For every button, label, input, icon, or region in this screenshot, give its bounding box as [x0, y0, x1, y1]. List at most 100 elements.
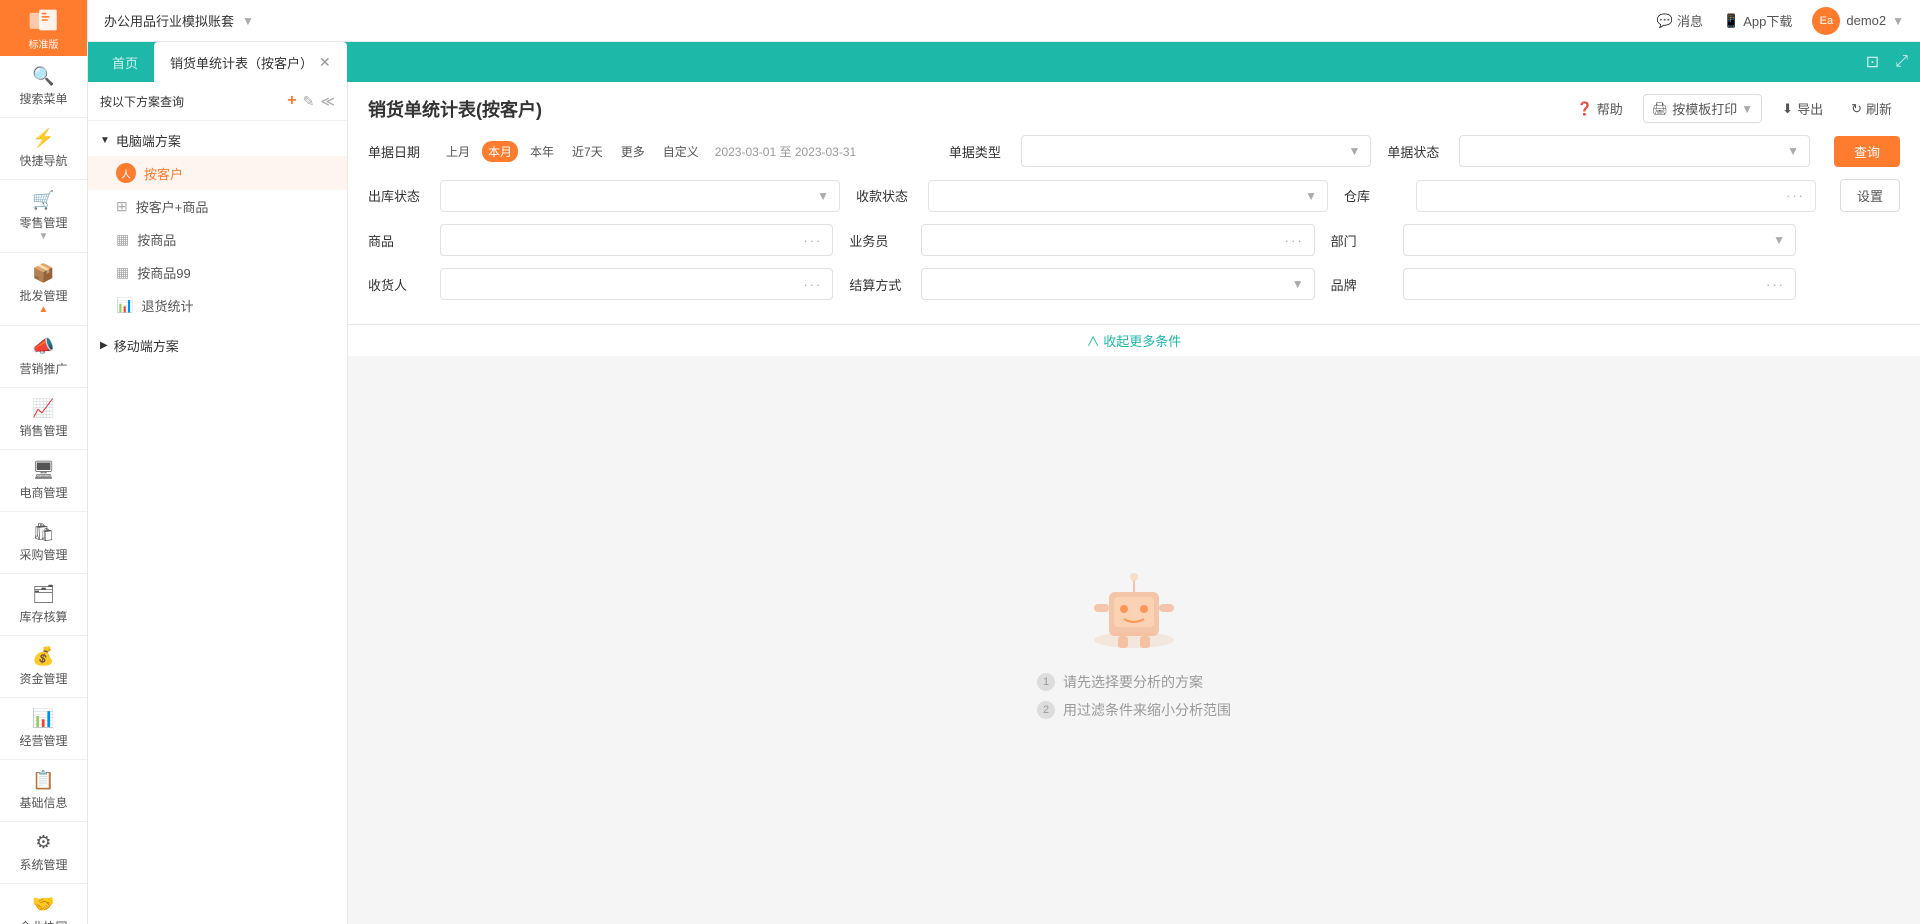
consignee-input[interactable]: ···: [440, 268, 833, 300]
sidebar-item-label: 经营管理: [19, 732, 67, 749]
tab-sales-stat[interactable]: 销货单统计表（按客户） ✕: [154, 42, 347, 82]
mobile-group-label: 移动端方案: [114, 336, 179, 355]
sidebar-item-sales[interactable]: 📈 销售管理: [0, 388, 87, 450]
sidebar-item-collab[interactable]: 🤝 企业协同: [0, 884, 87, 924]
sidebar-item-inventory[interactable]: 🗂 库存核算: [0, 574, 87, 636]
user-name: demo2: [1846, 13, 1886, 28]
collapse-up-icon: ∧: [1087, 334, 1104, 349]
user-chevron-icon: ▼: [1892, 14, 1904, 28]
tab-close-btn[interactable]: ✕: [319, 54, 331, 71]
settlement-filter-label: 结算方式: [849, 275, 905, 294]
brand-input[interactable]: ···: [1403, 268, 1796, 300]
help-label: 帮助: [1597, 99, 1623, 118]
goods-input[interactable]: ···: [440, 224, 833, 256]
tab-restore-icon[interactable]: ⊡: [1862, 48, 1883, 76]
scheme-group-mobile-header[interactable]: ▶ 移动端方案: [88, 330, 347, 361]
doc-type-filter-label: 单据类型: [949, 142, 1005, 161]
sidebar-item-search[interactable]: 🔍 搜索菜单: [0, 56, 87, 118]
print-btn[interactable]: 🖨 按模板打印 ▼: [1643, 94, 1762, 123]
tab-bar-actions: ⊡ ⤢: [1862, 48, 1912, 76]
sidebar-item-finance[interactable]: 💰 资金管理: [0, 636, 87, 698]
sidebar-item-ecommerce[interactable]: 🖥 电商管理: [0, 450, 87, 512]
doc-status-select[interactable]: ▼: [1459, 135, 1810, 167]
empty-hint-1-text: 请先选择要分析的方案: [1063, 672, 1203, 692]
sales-icon: 📈: [32, 398, 54, 419]
sidebar-item-label: 销售管理: [19, 422, 67, 439]
main-area: 办公用品行业模拟账套 ▼ 💬 消息 📱 App下载 Ea demo2 ▼ 首: [88, 0, 1920, 924]
sidebar-item-wholesale[interactable]: 📦 批发管理 ▲: [0, 253, 87, 326]
sidebar-item-system[interactable]: ⚙ 系统管理: [0, 822, 87, 884]
scheme-item-by-goods99[interactable]: ▦ 按商品99: [88, 256, 347, 289]
message-icon: 💬: [1657, 13, 1673, 29]
shortcut-custom[interactable]: 自定义: [657, 141, 705, 162]
empty-illustration: [1074, 552, 1194, 652]
sidebar-item-operations[interactable]: 📊 经营管理: [0, 698, 87, 760]
shortcut-more[interactable]: 更多: [615, 141, 651, 162]
content-area: 按以下方案查询 + ✎ ≪ ▼ 电脑端方案 人 按客户 ⊞: [88, 82, 1920, 924]
warehouse-input[interactable]: ···: [1416, 180, 1816, 212]
shortcut-last-7days[interactable]: 近7天: [566, 141, 609, 162]
sidebar-item-basic-info[interactable]: 📋 基础信息: [0, 760, 87, 822]
salesperson-input[interactable]: ···: [921, 224, 1314, 256]
shortcut-this-year[interactable]: 本年: [524, 141, 560, 162]
settlement-chevron-icon: ▼: [1292, 277, 1304, 291]
basic-info-icon: 📋: [32, 770, 54, 791]
tab-maximize-icon[interactable]: ⤢: [1891, 49, 1912, 75]
app-download-btn[interactable]: 📱 App下载: [1723, 11, 1792, 30]
payment-select[interactable]: ▼: [928, 180, 1328, 212]
scheme-item-by-customer-goods[interactable]: ⊞ 按客户+商品: [88, 190, 347, 223]
user-menu[interactable]: Ea demo2 ▼: [1812, 7, 1904, 35]
sidebar-item-quick-nav[interactable]: ⚡ 快捷导航: [0, 118, 87, 180]
help-btn[interactable]: ❓ 帮助: [1569, 95, 1631, 122]
collapse-label: 收起更多条件: [1103, 334, 1181, 349]
warehouse-filter-label: 仓库: [1344, 186, 1400, 205]
collapse-more-conditions-bar[interactable]: ∧ 收起更多条件: [348, 325, 1920, 356]
query-button[interactable]: 查询: [1834, 136, 1900, 167]
by-customer-icon: 人: [116, 163, 136, 183]
settlement-select[interactable]: ▼: [921, 268, 1314, 300]
sidebar-item-label: 搜索菜单: [19, 90, 67, 107]
empty-hints: 1 请先选择要分析的方案 2 用过滤条件来缩小分析范围: [1037, 672, 1231, 728]
sidebar-item-purchase[interactable]: 🛍 采购管理: [0, 512, 87, 574]
wholesale-icon: 📦: [32, 263, 54, 284]
settings-button[interactable]: 设置: [1840, 179, 1900, 212]
page-title: 销货单统计表(按客户): [368, 96, 542, 122]
doc-type-select[interactable]: ▼: [1021, 135, 1372, 167]
dept-select[interactable]: ▼: [1403, 224, 1796, 256]
right-panel: 销货单统计表(按客户) ❓ 帮助 🖨 按模板打印 ▼ ⬇: [348, 82, 1920, 924]
page-title-row: 销货单统计表(按客户) ❓ 帮助 🖨 按模板打印 ▼ ⬇: [368, 94, 1900, 123]
sidebar-item-marketing[interactable]: 📣 营销推广: [0, 326, 87, 388]
industry-label: 办公用品行业模拟账套: [104, 11, 234, 30]
left-panel: 按以下方案查询 + ✎ ≪ ▼ 电脑端方案 人 按客户 ⊞: [88, 82, 348, 924]
sidebar-item-label: 快捷导航: [19, 152, 67, 169]
payment-chevron-icon: ▼: [1305, 189, 1317, 203]
sidebar-item-label: 基础信息: [19, 794, 67, 811]
dept-chevron-icon: ▼: [1773, 233, 1785, 247]
edit-scheme-btn[interactable]: ✎: [303, 93, 315, 110]
marketing-icon: 📣: [32, 336, 54, 357]
shipment-select[interactable]: ▼: [440, 180, 840, 212]
hint-num-1: 1: [1037, 673, 1055, 691]
message-btn[interactable]: 💬 消息: [1657, 11, 1703, 30]
export-icon: ⬇: [1782, 101, 1793, 117]
refresh-btn[interactable]: ↻ 刷新: [1843, 95, 1900, 122]
consignee-dots-icon: ···: [803, 277, 822, 292]
collapse-scheme-btn[interactable]: ≪: [320, 93, 335, 110]
sidebar-item-label: 批发管理: [19, 287, 67, 304]
payment-filter-label: 收款状态: [856, 186, 912, 205]
left-panel-header: 按以下方案查询 + ✎ ≪: [88, 82, 347, 121]
sidebar-item-retail[interactable]: 🛒 零售管理 ▼: [0, 180, 87, 253]
export-label: 导出: [1797, 99, 1823, 118]
scheme-item-label: 按商品: [137, 230, 176, 249]
add-scheme-btn[interactable]: +: [287, 92, 296, 110]
scheme-group-pc-header[interactable]: ▼ 电脑端方案: [88, 125, 347, 156]
export-btn[interactable]: ⬇ 导出: [1774, 95, 1831, 122]
scheme-item-return-stat[interactable]: 📊 退货统计: [88, 289, 347, 322]
tab-bar: 首页 销货单统计表（按客户） ✕ ⊡ ⤢: [88, 42, 1920, 82]
scheme-item-by-customer[interactable]: 人 按客户: [88, 156, 347, 190]
shortcut-last-month[interactable]: 上月: [440, 141, 476, 162]
date-range-text: 2023-03-01 至 2023-03-31: [715, 143, 856, 160]
shortcut-this-month[interactable]: 本月: [482, 141, 518, 162]
tab-home[interactable]: 首页: [96, 42, 154, 82]
scheme-item-by-goods[interactable]: ▦ 按商品: [88, 223, 347, 256]
